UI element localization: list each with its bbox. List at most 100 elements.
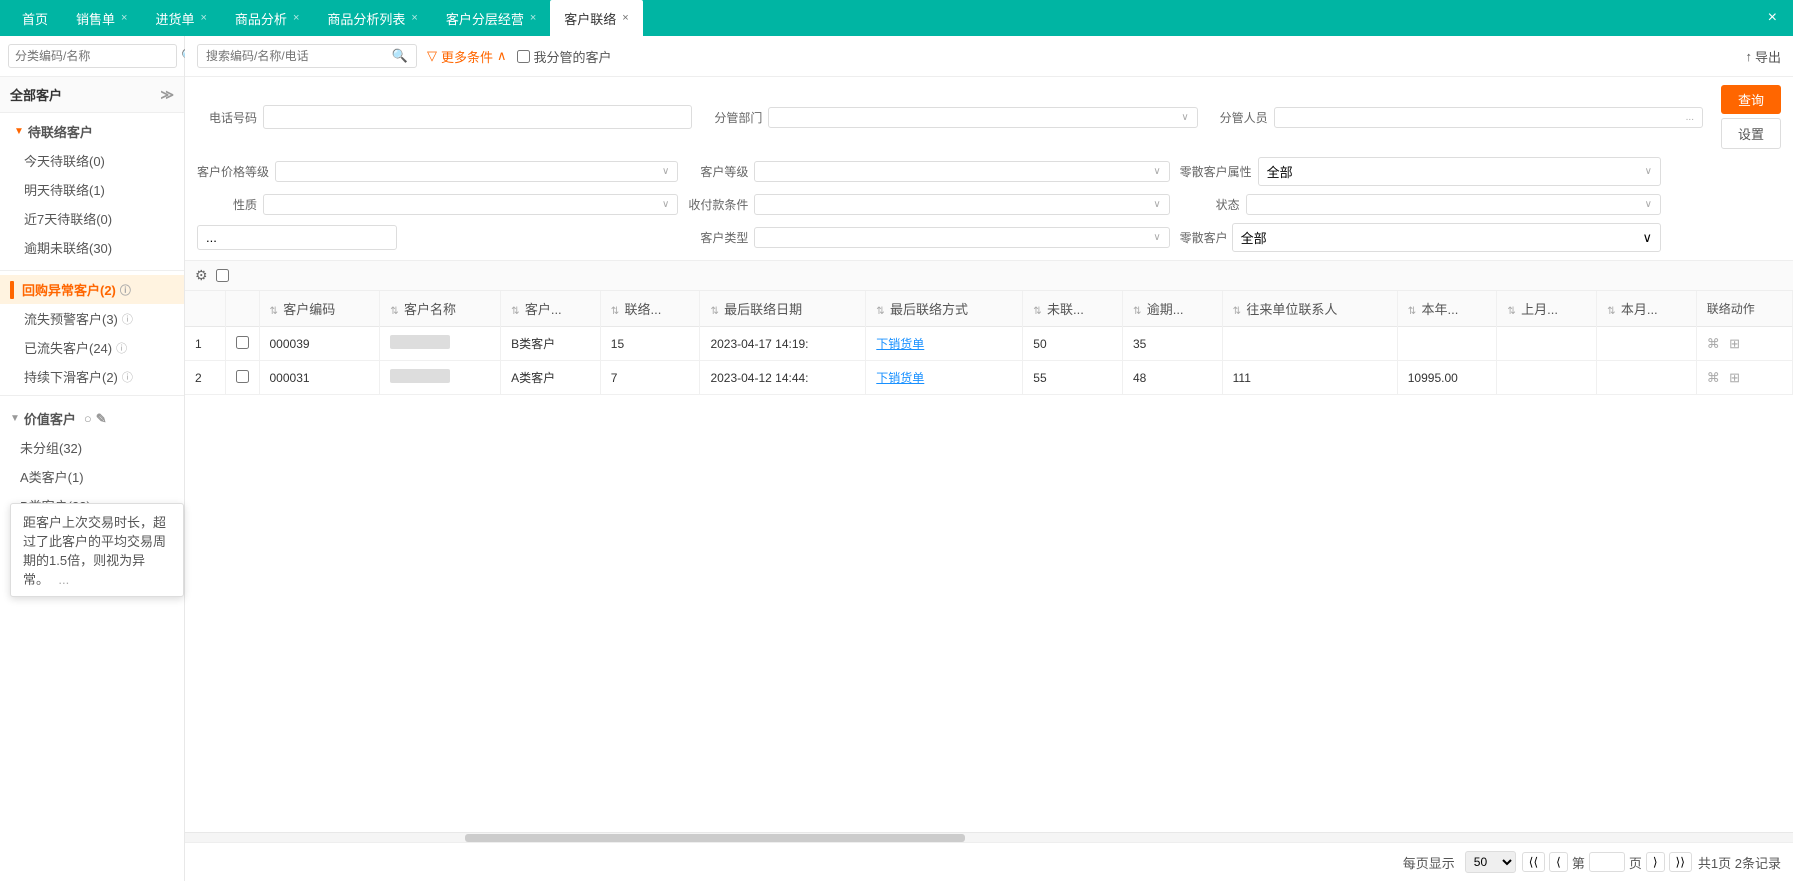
th-uncontacted: ⇅ 未联... bbox=[1023, 291, 1123, 327]
sort-icon-uncontacted: ⇅ bbox=[1033, 306, 1041, 317]
row1-actions: ⌘ ⊞ bbox=[1696, 327, 1792, 361]
first-page-button[interactable]: ⟨⟨ bbox=[1522, 852, 1545, 872]
filter-row-1: 电话号码 分管部门 ∨ 分管人员 ... bbox=[197, 85, 1781, 149]
row1-action-grid-icon[interactable]: ⊞ bbox=[1729, 336, 1740, 351]
sidebar-search-input[interactable] bbox=[8, 44, 177, 68]
advanced-filter-panel: 电话号码 分管部门 ∨ 分管人员 ... bbox=[185, 77, 1793, 261]
page-nav: ⟨⟨ ⟨ 第 1 页 ⟩ ⟩⟩ bbox=[1522, 852, 1692, 872]
sidebar-item-today[interactable]: 今天待联络(0) bbox=[0, 146, 184, 175]
sidebar-item-overdue[interactable]: 逾期未联络(30) bbox=[0, 233, 184, 262]
total-label: 共1页 2条记录 bbox=[1698, 853, 1781, 872]
row2-checkbox bbox=[225, 361, 259, 395]
row1-check[interactable] bbox=[236, 336, 249, 349]
sidebar-collapse-icon[interactable]: ≫ bbox=[160, 87, 174, 103]
scatter-attr-label: 零散客户属性 bbox=[1180, 163, 1252, 180]
row2-last-method[interactable]: 下销货单 bbox=[866, 361, 1023, 395]
filter-price-level: 客户价格等级 ∨ bbox=[197, 161, 678, 182]
search-icon[interactable]: 🔍 bbox=[392, 48, 408, 64]
customer-type-select[interactable]: ∨ bbox=[754, 227, 1169, 248]
th-actions: 联络动作 bbox=[1696, 291, 1792, 327]
filter-icon: ▽ bbox=[427, 48, 437, 64]
row2-last-month bbox=[1497, 361, 1597, 395]
nature-chevron-icon: ∨ bbox=[662, 199, 669, 210]
prev-page-button[interactable]: ⟨ bbox=[1549, 852, 1568, 872]
row1-last-method[interactable]: 下销货单 bbox=[866, 327, 1023, 361]
ellipsis-select[interactable]: ... bbox=[197, 225, 397, 250]
sidebar-item-tomorrow[interactable]: 明天待联络(1) bbox=[0, 175, 184, 204]
scatter-attr-select[interactable]: 全部 ∨ bbox=[1258, 157, 1661, 186]
row1-name bbox=[380, 327, 501, 361]
page-size-select[interactable]: 20 50 100 bbox=[1465, 851, 1516, 873]
th-contacts-person: ⇅ 往来单位联系人 bbox=[1222, 291, 1397, 327]
row1-action-link-icon[interactable]: ⌘ bbox=[1707, 336, 1720, 351]
row1-checkbox bbox=[225, 327, 259, 361]
settings-button[interactable]: 设置 bbox=[1721, 118, 1781, 149]
sidebar-item-churn-warning[interactable]: 流失预警客户(3) ⓘ bbox=[0, 304, 184, 333]
nav-home[interactable]: 首页 bbox=[8, 0, 62, 36]
nav-purchase[interactable]: 进货单 × bbox=[141, 0, 220, 36]
close-all-button[interactable]: × bbox=[1760, 9, 1785, 27]
nav-product-analysis[interactable]: 商品分析 × bbox=[221, 0, 313, 36]
price-level-select[interactable]: ∨ bbox=[275, 161, 678, 182]
nav-product-list[interactable]: 商品分析列表 × bbox=[313, 0, 431, 36]
page-input[interactable]: 1 bbox=[1589, 852, 1625, 872]
sidebar-item-unclassified[interactable]: 未分组(32) bbox=[0, 433, 184, 462]
query-button[interactable]: 查询 bbox=[1721, 85, 1781, 114]
filter-scatter-attr: 零散客户属性 全部 ∨ bbox=[1180, 157, 1661, 186]
sidebar-value-group-label[interactable]: ▼ 价值客户 ○ ✎ bbox=[0, 404, 184, 433]
close-customer-contact-icon[interactable]: × bbox=[622, 12, 628, 24]
gear-icon[interactable]: ⚙ bbox=[195, 267, 208, 284]
nature-select[interactable]: ∨ bbox=[263, 194, 678, 215]
nav-sales[interactable]: 销售单 × bbox=[62, 0, 141, 36]
row2-last-date: 2023-04-12 14:44: bbox=[700, 361, 866, 395]
customer-level-select[interactable]: ∨ bbox=[754, 161, 1169, 182]
row2-this-year: 10995.00 bbox=[1397, 361, 1497, 395]
sidebar-item-classA[interactable]: A类客户(1) bbox=[0, 462, 184, 491]
close-product-list-icon[interactable]: × bbox=[411, 12, 417, 24]
sidebar-item-lost-customers[interactable]: 已流失客户(24) ⓘ bbox=[0, 333, 184, 362]
scrollbar-thumb[interactable] bbox=[465, 834, 965, 842]
filter-manager: 分管人员 ... bbox=[1208, 107, 1703, 128]
search-input[interactable] bbox=[206, 49, 392, 63]
th-this-year: ⇅ 本年... bbox=[1397, 291, 1497, 327]
my-customers-check[interactable] bbox=[517, 50, 530, 63]
phone-input[interactable] bbox=[263, 105, 692, 129]
sort-icon-code: ⇅ bbox=[270, 306, 278, 317]
row1-this-year bbox=[1397, 327, 1497, 361]
zero-customer-select[interactable]: 全部 ∨ bbox=[1232, 223, 1661, 252]
nav-customer-contact[interactable]: 客户联络 × bbox=[550, 0, 642, 36]
close-customer-segment-icon[interactable]: × bbox=[530, 12, 536, 24]
row2-action-grid-icon[interactable]: ⊞ bbox=[1729, 370, 1740, 385]
export-button[interactable]: ↑ 导出 bbox=[1745, 47, 1781, 66]
status-select[interactable]: ∨ bbox=[1246, 194, 1661, 215]
th-last-month: ⇅ 上月... bbox=[1497, 291, 1597, 327]
more-conditions-button[interactable]: ▽ 更多条件 ∧ bbox=[427, 47, 507, 66]
my-customers-checkbox[interactable]: 我分管的客户 bbox=[517, 47, 612, 66]
row2-check[interactable] bbox=[236, 370, 249, 383]
manager-select[interactable]: ... bbox=[1274, 107, 1703, 128]
add-icon[interactable]: ✎ bbox=[96, 411, 107, 427]
close-sales-icon[interactable]: × bbox=[121, 12, 127, 24]
select-all-checkbox[interactable] bbox=[216, 269, 229, 282]
edit-icon[interactable]: ○ bbox=[84, 411, 92, 426]
th-contact-count: ⇅ 联络... bbox=[600, 291, 700, 327]
sidebar-item-7days[interactable]: 近7天待联络(0) bbox=[0, 204, 184, 233]
payment-select[interactable]: ∨ bbox=[754, 194, 1169, 215]
sidebar-pending-label[interactable]: ▼ 待联络客户 bbox=[0, 117, 184, 146]
last-page-button[interactable]: ⟩⟩ bbox=[1669, 852, 1692, 872]
dept-select[interactable]: ∨ bbox=[768, 107, 1197, 128]
left-sidebar: 🔍 全部客户 ≫ ▼ 待联络客户 今天待联络(0) 明天待联络(1) 近7天待联… bbox=[0, 36, 185, 881]
sidebar-item-declining[interactable]: 持续下滑客户(2) ⓘ bbox=[0, 362, 184, 391]
nav-customer-segment[interactable]: 客户分层经营 × bbox=[432, 0, 550, 36]
close-product-analysis-icon[interactable]: × bbox=[293, 12, 299, 24]
search-wrap: 🔍 bbox=[197, 44, 417, 68]
sidebar-item-abnormal-repurchase[interactable]: 回购异常客户(2) ⓘ bbox=[0, 275, 184, 304]
sort-icon-contact: ⇅ bbox=[611, 306, 619, 317]
close-purchase-icon[interactable]: × bbox=[200, 12, 206, 24]
next-page-button[interactable]: ⟩ bbox=[1646, 852, 1665, 872]
row2-index: 2 bbox=[185, 361, 225, 395]
horizontal-scrollbar[interactable] bbox=[185, 832, 1793, 842]
row2-action-link-icon[interactable]: ⌘ bbox=[1707, 370, 1720, 385]
zero-chevron-icon: ∨ bbox=[1642, 230, 1652, 246]
info-icon-abnormal: ⓘ bbox=[120, 282, 131, 298]
